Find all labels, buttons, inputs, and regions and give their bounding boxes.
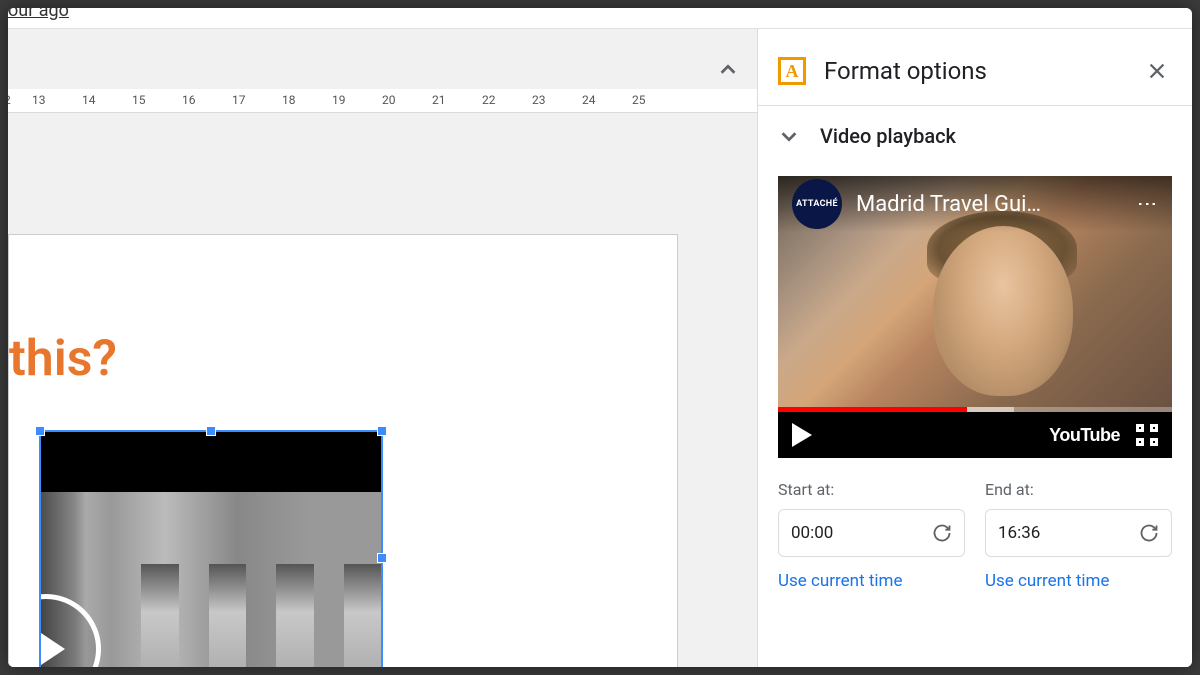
horizontal-ruler[interactable]: 2 13 14 15 16 17 18 19 20 21 22 23 24 25 (8, 89, 757, 113)
use-current-time-start[interactable]: Use current time (778, 571, 965, 591)
end-at-column: End at: 16:36 Use current time (985, 480, 1172, 591)
main-area: 2 13 14 15 16 17 18 19 20 21 22 23 24 25… (8, 28, 1192, 667)
chevron-up-icon[interactable] (717, 59, 739, 81)
ruler-tick: 22 (482, 93, 496, 107)
slide-title-fragment: this? (9, 330, 677, 388)
channel-avatar[interactable]: ATTACHÉ (792, 179, 842, 229)
resize-handle[interactable] (377, 553, 387, 563)
ruler-tick: 18 (282, 93, 296, 107)
youtube-logo[interactable]: YouTube (1049, 425, 1120, 446)
refresh-icon[interactable] (932, 523, 952, 543)
resize-handle[interactable] (35, 426, 45, 436)
ruler-tick: 13 (32, 93, 46, 107)
more-icon[interactable]: ⋮ (1138, 194, 1158, 214)
ruler-tick: 24 (582, 93, 596, 107)
ruler-tick: 25 (632, 93, 646, 107)
topbar: our ago (8, 8, 1192, 28)
video-title[interactable]: Madrid Travel Gui… (856, 192, 1124, 217)
end-at-value: 16:36 (998, 523, 1139, 543)
start-at-value: 00:00 (791, 523, 932, 543)
app-window: our ago 2 13 14 15 16 17 18 19 20 21 22 … (8, 8, 1192, 667)
resize-handle[interactable] (377, 426, 387, 436)
ruler-tick: 2 (8, 93, 11, 107)
panel-header: A Format options (758, 29, 1192, 105)
start-at-label: Start at: (778, 480, 965, 499)
canvas-area[interactable]: 2 13 14 15 16 17 18 19 20 21 22 23 24 25… (8, 29, 757, 667)
slide[interactable]: this? (8, 234, 678, 667)
video-titlebar: ATTACHÉ Madrid Travel Gui… ⋮ (778, 176, 1172, 232)
format-options-icon: A (778, 57, 806, 85)
ruler-tick: 23 (532, 93, 546, 107)
section-header-video-playback[interactable]: Video playback (758, 106, 1192, 162)
ruler-tick: 17 (232, 93, 246, 107)
end-at-input[interactable]: 16:36 (985, 509, 1172, 557)
ruler-tick: 16 (182, 93, 196, 107)
use-current-time-end[interactable]: Use current time (985, 571, 1172, 591)
video-controls: YouTube (778, 412, 1172, 458)
embedded-video[interactable] (39, 430, 383, 667)
format-options-panel: A Format options Video playback (757, 29, 1192, 667)
start-at-input[interactable]: 00:00 (778, 509, 965, 557)
time-inputs: Start at: 00:00 Use current time End at:… (758, 458, 1192, 591)
section-title: Video playback (820, 124, 956, 148)
start-at-column: Start at: 00:00 Use current time (778, 480, 965, 591)
video-preview[interactable]: ATTACHÉ Madrid Travel Gui… ⋮ YouTube (778, 176, 1172, 458)
play-icon[interactable] (792, 423, 812, 447)
fullscreen-icon[interactable] (1136, 424, 1158, 446)
ruler-tick: 20 (382, 93, 396, 107)
last-edit-fragment[interactable]: our ago (8, 8, 69, 21)
ruler-tick: 19 (332, 93, 346, 107)
ruler-tick: 15 (132, 93, 146, 107)
chevron-down-icon (778, 125, 800, 147)
refresh-icon[interactable] (1139, 523, 1159, 543)
ruler-tick: 21 (432, 93, 446, 107)
video-thumbnail (41, 432, 381, 667)
resize-handle[interactable] (206, 426, 216, 436)
end-at-label: End at: (985, 480, 1172, 499)
panel-title: Format options (824, 57, 1128, 85)
ruler-tick: 14 (82, 93, 96, 107)
close-icon[interactable] (1146, 60, 1168, 82)
